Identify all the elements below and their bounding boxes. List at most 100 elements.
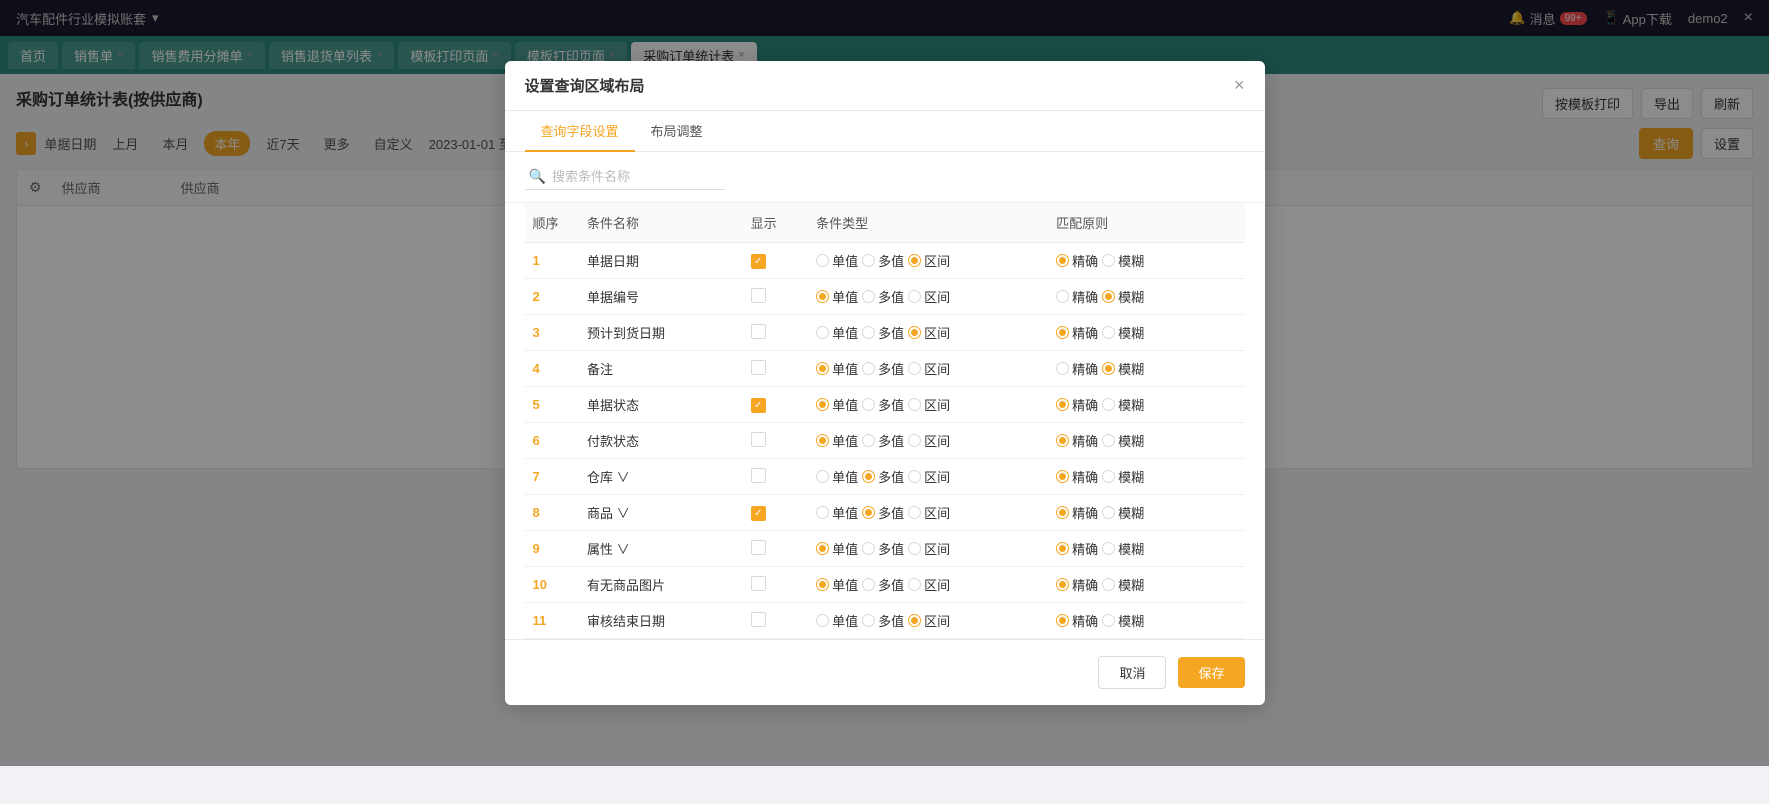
match-dot-6 xyxy=(1102,470,1115,483)
checkbox-0[interactable] xyxy=(751,254,766,269)
radio-dot-5 xyxy=(908,434,921,447)
radio-type-多值-9[interactable]: 多值 xyxy=(862,575,904,594)
radio-type-多值-10[interactable]: 多值 xyxy=(862,611,904,630)
checkbox-8[interactable] xyxy=(751,540,766,555)
cell-show-5[interactable] xyxy=(743,423,808,459)
radio-type-多值-2[interactable]: 多值 xyxy=(862,323,904,342)
radio-type-区间-1[interactable]: 区间 xyxy=(908,287,950,306)
radio-match-精确-3[interactable]: 精确 xyxy=(1056,359,1098,378)
radio-type-区间-5[interactable]: 区间 xyxy=(908,431,950,450)
radio-match-精确-4[interactable]: 精确 xyxy=(1056,395,1098,414)
radio-match-模糊-6[interactable]: 模糊 xyxy=(1102,467,1144,486)
cell-show-6[interactable] xyxy=(743,459,808,495)
checkbox-2[interactable] xyxy=(751,324,766,339)
radio-match-精确-2[interactable]: 精确 xyxy=(1056,323,1098,342)
match-dot-10 xyxy=(1056,614,1069,627)
radio-type-区间-2[interactable]: 区间 xyxy=(908,323,950,342)
radio-match-精确-1[interactable]: 精确 xyxy=(1056,287,1098,306)
radio-match-模糊-4[interactable]: 模糊 xyxy=(1102,395,1144,414)
radio-type-单值-0[interactable]: 单值 xyxy=(816,251,858,270)
radio-match-精确-5[interactable]: 精确 xyxy=(1056,431,1098,450)
search-input[interactable] xyxy=(552,169,712,184)
radio-match-精确-0[interactable]: 精确 xyxy=(1056,251,1098,270)
modal-search: 🔍 xyxy=(505,152,1265,203)
radio-type-区间-0[interactable]: 区间 xyxy=(908,251,950,270)
radio-type-单值-1[interactable]: 单值 xyxy=(816,287,858,306)
checkbox-1[interactable] xyxy=(751,288,766,303)
radio-match-模糊-10[interactable]: 模糊 xyxy=(1102,611,1144,630)
radio-match-模糊-0[interactable]: 模糊 xyxy=(1102,251,1144,270)
radio-dot-6 xyxy=(862,470,875,483)
cell-show-0[interactable] xyxy=(743,243,808,279)
radio-type-单值-2[interactable]: 单值 xyxy=(816,323,858,342)
radio-type-区间-3[interactable]: 区间 xyxy=(908,359,950,378)
radio-type-区间-4[interactable]: 区间 xyxy=(908,395,950,414)
tab-layout[interactable]: 布局调整 xyxy=(635,111,719,152)
radio-type-多值-3[interactable]: 多值 xyxy=(862,359,904,378)
radio-match-精确-8[interactable]: 精确 xyxy=(1056,539,1098,558)
cell-type-10: 单值多值区间 xyxy=(808,603,1048,639)
radio-match-模糊-5[interactable]: 模糊 xyxy=(1102,431,1144,450)
cancel-button[interactable]: 取消 xyxy=(1098,656,1166,689)
cell-order-1: 2 xyxy=(525,279,580,315)
radio-match-模糊-1[interactable]: 模糊 xyxy=(1102,287,1144,306)
cell-show-3[interactable] xyxy=(743,351,808,387)
radio-match-模糊-3[interactable]: 模糊 xyxy=(1102,359,1144,378)
radio-dot-6 xyxy=(908,470,921,483)
radio-type-单值-3[interactable]: 单值 xyxy=(816,359,858,378)
radio-type-单值-8[interactable]: 单值 xyxy=(816,539,858,558)
radio-type-单值-7[interactable]: 单值 xyxy=(816,503,858,522)
cell-show-4[interactable] xyxy=(743,387,808,423)
radio-type-单值-9[interactable]: 单值 xyxy=(816,575,858,594)
cell-show-8[interactable] xyxy=(743,531,808,567)
radio-type-区间-9[interactable]: 区间 xyxy=(908,575,950,594)
checkbox-10[interactable] xyxy=(751,612,766,627)
modal-close-btn[interactable]: × xyxy=(1234,75,1245,96)
cell-show-2[interactable] xyxy=(743,315,808,351)
cell-show-7[interactable] xyxy=(743,495,808,531)
radio-type-区间-8[interactable]: 区间 xyxy=(908,539,950,558)
radio-dot-9 xyxy=(816,578,829,591)
radio-dot-1 xyxy=(908,290,921,303)
radio-match-模糊-9[interactable]: 模糊 xyxy=(1102,575,1144,594)
cell-name-0: 单据日期 xyxy=(579,243,743,279)
checkbox-4[interactable] xyxy=(751,398,766,413)
radio-match-精确-6[interactable]: 精确 xyxy=(1056,467,1098,486)
radio-match-模糊-2[interactable]: 模糊 xyxy=(1102,323,1144,342)
radio-type-多值-7[interactable]: 多值 xyxy=(862,503,904,522)
match-dot-8 xyxy=(1102,542,1115,555)
radio-match-精确-9[interactable]: 精确 xyxy=(1056,575,1098,594)
radio-match-模糊-8[interactable]: 模糊 xyxy=(1102,539,1144,558)
table-row: 1单据日期单值多值区间精确模糊 xyxy=(525,243,1245,279)
checkbox-9[interactable] xyxy=(751,576,766,591)
radio-type-区间-6[interactable]: 区间 xyxy=(908,467,950,486)
cell-show-10[interactable] xyxy=(743,603,808,639)
radio-type-多值-1[interactable]: 多值 xyxy=(862,287,904,306)
checkbox-7[interactable] xyxy=(751,506,766,521)
radio-type-单值-10[interactable]: 单值 xyxy=(816,611,858,630)
radio-type-单值-4[interactable]: 单值 xyxy=(816,395,858,414)
cell-type-5: 单值多值区间 xyxy=(808,423,1048,459)
radio-type-区间-7[interactable]: 区间 xyxy=(908,503,950,522)
checkbox-6[interactable] xyxy=(751,468,766,483)
checkbox-5[interactable] xyxy=(751,432,766,447)
radio-type-单值-6[interactable]: 单值 xyxy=(816,467,858,486)
tab-query-fields[interactable]: 查询字段设置 xyxy=(525,111,635,152)
cell-show-9[interactable] xyxy=(743,567,808,603)
cell-show-1[interactable] xyxy=(743,279,808,315)
save-button[interactable]: 保存 xyxy=(1178,657,1244,688)
radio-type-区间-10[interactable]: 区间 xyxy=(908,611,950,630)
radio-type-多值-5[interactable]: 多值 xyxy=(862,431,904,450)
radio-type-多值-0[interactable]: 多值 xyxy=(862,251,904,270)
checkbox-3[interactable] xyxy=(751,360,766,375)
radio-match-精确-10[interactable]: 精确 xyxy=(1056,611,1098,630)
radio-dot-2 xyxy=(908,326,921,339)
radio-type-多值-4[interactable]: 多值 xyxy=(862,395,904,414)
radio-type-单值-5[interactable]: 单值 xyxy=(816,431,858,450)
radio-match-模糊-7[interactable]: 模糊 xyxy=(1102,503,1144,522)
radio-type-多值-8[interactable]: 多值 xyxy=(862,539,904,558)
match-dot-5 xyxy=(1056,434,1069,447)
radio-type-多值-6[interactable]: 多值 xyxy=(862,467,904,486)
radio-match-精确-7[interactable]: 精确 xyxy=(1056,503,1098,522)
table-row: 8商品 ∨单值多值区间精确模糊 xyxy=(525,495,1245,531)
